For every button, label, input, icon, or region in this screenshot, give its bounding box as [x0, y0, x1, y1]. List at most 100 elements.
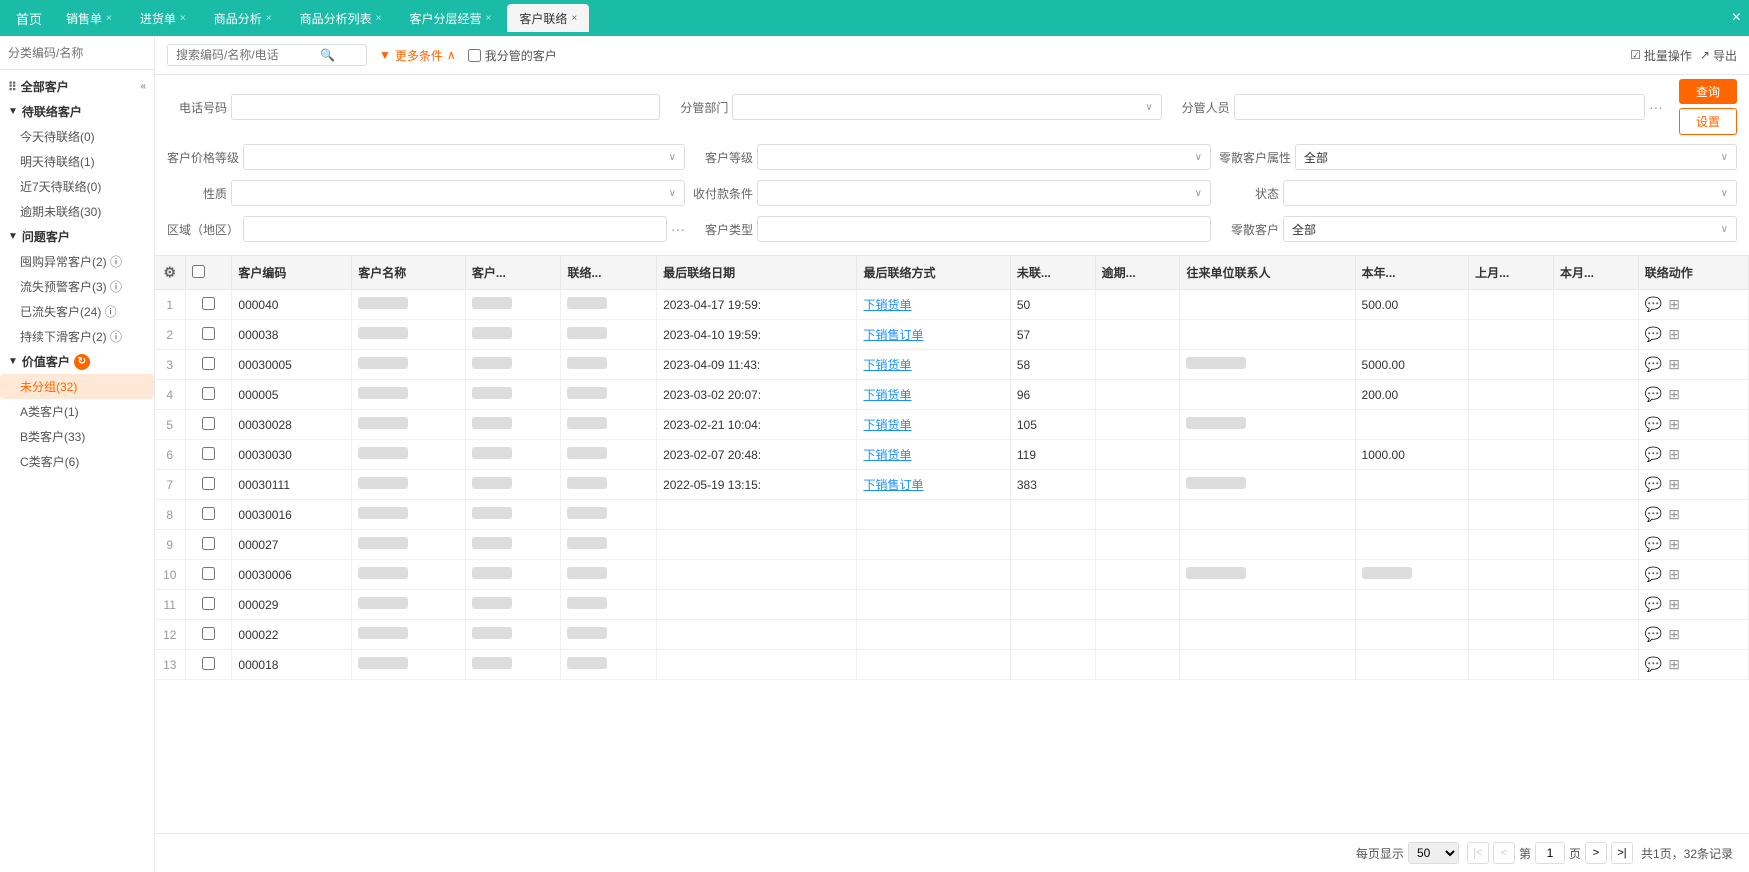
chat-icon[interactable]: 💬	[1645, 596, 1662, 613]
row-checkbox[interactable]	[202, 597, 215, 610]
grid-action-icon[interactable]: ⊞	[1668, 536, 1680, 553]
sidebar-item-a-class[interactable]: A类客户(1)	[0, 399, 154, 424]
nature-select[interactable]: ∨	[231, 180, 685, 206]
person-dots[interactable]: ···	[1649, 99, 1663, 115]
grid-action-icon[interactable]: ⊞	[1668, 596, 1680, 613]
close-tier-tab[interactable]: ×	[485, 13, 491, 24]
close-purchase-tab[interactable]: ×	[180, 13, 186, 24]
group-value[interactable]: ▼ 价值客户 ↻	[0, 349, 154, 374]
tab-sales[interactable]: 销售单 ×	[54, 4, 124, 32]
more-conditions-btn[interactable]: ▼ 更多条件 ∧	[379, 47, 456, 64]
cust-level-select[interactable]: ∨	[757, 144, 1211, 170]
phone-input[interactable]	[231, 94, 660, 120]
chat-icon[interactable]: 💬	[1645, 356, 1662, 373]
select-all-checkbox[interactable]	[192, 265, 205, 278]
my-customers-checkbox[interactable]: 我分管的客户	[468, 47, 557, 64]
sidebar-item-lost[interactable]: 已流失客户(24) ⓘ	[0, 299, 154, 324]
close-analysis-tab[interactable]: ×	[266, 13, 272, 24]
row-checkbox[interactable]	[202, 627, 215, 640]
grid-action-icon[interactable]: ⊞	[1668, 416, 1680, 433]
row-checkbox[interactable]	[202, 327, 215, 340]
grid-action-icon[interactable]: ⊞	[1668, 506, 1680, 523]
reset-button[interactable]: 设置	[1679, 108, 1737, 135]
payment-select[interactable]: ∨	[757, 180, 1211, 206]
chat-icon[interactable]: 💬	[1645, 536, 1662, 553]
grid-action-icon[interactable]: ⊞	[1668, 386, 1680, 403]
row-checkbox[interactable]	[202, 357, 215, 370]
chat-icon[interactable]: 💬	[1645, 386, 1662, 403]
sidebar-item-declining[interactable]: 持续下滑客户(2) ⓘ	[0, 324, 154, 349]
status-select[interactable]: ∨	[1283, 180, 1737, 206]
row-checkbox[interactable]	[202, 417, 215, 430]
last-way-link[interactable]: 下销售订单	[863, 478, 923, 492]
sidebar-item-lostwarning[interactable]: 流失预警客户(3) ⓘ	[0, 274, 154, 299]
last-way-link[interactable]: 下销货单	[863, 298, 911, 312]
tab-customer-tier[interactable]: 客户分层经营 ×	[397, 4, 503, 32]
retail-attr-select[interactable]: 全部 ∨	[1295, 144, 1737, 170]
sidebar-item-today[interactable]: 今天待联络(0)	[0, 124, 154, 149]
grid-action-icon[interactable]: ⊞	[1668, 566, 1680, 583]
group-problem[interactable]: ▼ 问题客户	[0, 224, 154, 249]
tab-customer-contact[interactable]: 客户联络 ×	[507, 4, 589, 32]
sidebar-item-overdue[interactable]: 逾期未联络(30)	[0, 199, 154, 224]
chat-icon[interactable]: 💬	[1645, 566, 1662, 583]
row-checkbox[interactable]	[202, 507, 215, 520]
dept-select[interactable]: ∨	[732, 94, 1161, 120]
chat-icon[interactable]: 💬	[1645, 296, 1662, 313]
row-checkbox[interactable]	[202, 657, 215, 670]
home-tab[interactable]: 首页	[8, 9, 50, 28]
grid-action-icon[interactable]: ⊞	[1668, 326, 1680, 343]
batch-op-button[interactable]: ☑ 批量操作	[1630, 47, 1692, 64]
grid-action-icon[interactable]: ⊞	[1668, 296, 1680, 313]
retail-select[interactable]: 全部 ∨	[1283, 216, 1737, 242]
next-page-button[interactable]: >	[1585, 842, 1607, 864]
last-way-link[interactable]: 下销货单	[863, 358, 911, 372]
page-input[interactable]	[1535, 842, 1565, 864]
row-checkbox[interactable]	[202, 387, 215, 400]
export-button[interactable]: ↗ 导出	[1700, 47, 1737, 64]
price-level-select[interactable]: ∨	[243, 144, 685, 170]
grid-action-icon[interactable]: ⊞	[1668, 446, 1680, 463]
search-icon[interactable]: 🔍	[320, 48, 335, 62]
last-way-link[interactable]: 下销售订单	[863, 328, 923, 342]
close-all-icon[interactable]: ×	[1732, 9, 1741, 27]
close-sales-tab[interactable]: ×	[106, 13, 112, 24]
row-checkbox[interactable]	[202, 537, 215, 550]
row-checkbox[interactable]	[202, 297, 215, 310]
chat-icon[interactable]: 💬	[1645, 626, 1662, 643]
grid-action-icon[interactable]: ⊞	[1668, 356, 1680, 373]
grid-action-icon[interactable]: ⊞	[1668, 626, 1680, 643]
th-gear[interactable]: ⚙	[155, 256, 185, 290]
tab-purchase[interactable]: 进货单 ×	[128, 4, 198, 32]
row-checkbox[interactable]	[202, 447, 215, 460]
chat-icon[interactable]: 💬	[1645, 326, 1662, 343]
row-checkbox[interactable]	[202, 567, 215, 580]
tab-product-analysis[interactable]: 商品分析 ×	[202, 4, 284, 32]
chat-icon[interactable]: 💬	[1645, 416, 1662, 433]
all-customers-section[interactable]: ⠿ 全部客户 «	[0, 70, 154, 99]
last-way-link[interactable]: 下销货单	[863, 418, 911, 432]
tab-product-analysis-list[interactable]: 商品分析列表 ×	[288, 4, 394, 32]
sidebar-item-abnormal[interactable]: 囤购异常客户(2) ⓘ	[0, 249, 154, 274]
region-select[interactable]	[243, 216, 667, 242]
grid-action-icon[interactable]: ⊞	[1668, 476, 1680, 493]
sidebar-item-c-class[interactable]: C类客户(6)	[0, 449, 154, 474]
close-contact-tab[interactable]: ×	[571, 13, 577, 24]
grid-action-icon[interactable]: ⊞	[1668, 656, 1680, 673]
sidebar-item-ungroup[interactable]: 未分组(32)	[0, 374, 154, 399]
my-customers-check[interactable]	[468, 49, 481, 62]
last-page-button[interactable]: >|	[1611, 842, 1633, 864]
collapse-icon[interactable]: «	[140, 81, 146, 92]
group-waiting[interactable]: ▼ 待联络客户	[0, 99, 154, 124]
close-analysis-list-tab[interactable]: ×	[376, 13, 382, 24]
first-page-button[interactable]: |<	[1467, 842, 1489, 864]
sidebar-item-b-class[interactable]: B类客户(33)	[0, 424, 154, 449]
sidebar-item-tomorrow[interactable]: 明天待联络(1)	[0, 149, 154, 174]
person-input[interactable]	[1234, 94, 1645, 120]
chat-icon[interactable]: 💬	[1645, 656, 1662, 673]
sidebar-search-input[interactable]	[8, 46, 155, 60]
query-button[interactable]: 查询	[1679, 79, 1737, 104]
sidebar-item-7days[interactable]: 近7天待联络(0)	[0, 174, 154, 199]
settings-icon[interactable]: ⚙	[163, 264, 176, 280]
per-page-select[interactable]: 50 100 200	[1408, 842, 1459, 864]
